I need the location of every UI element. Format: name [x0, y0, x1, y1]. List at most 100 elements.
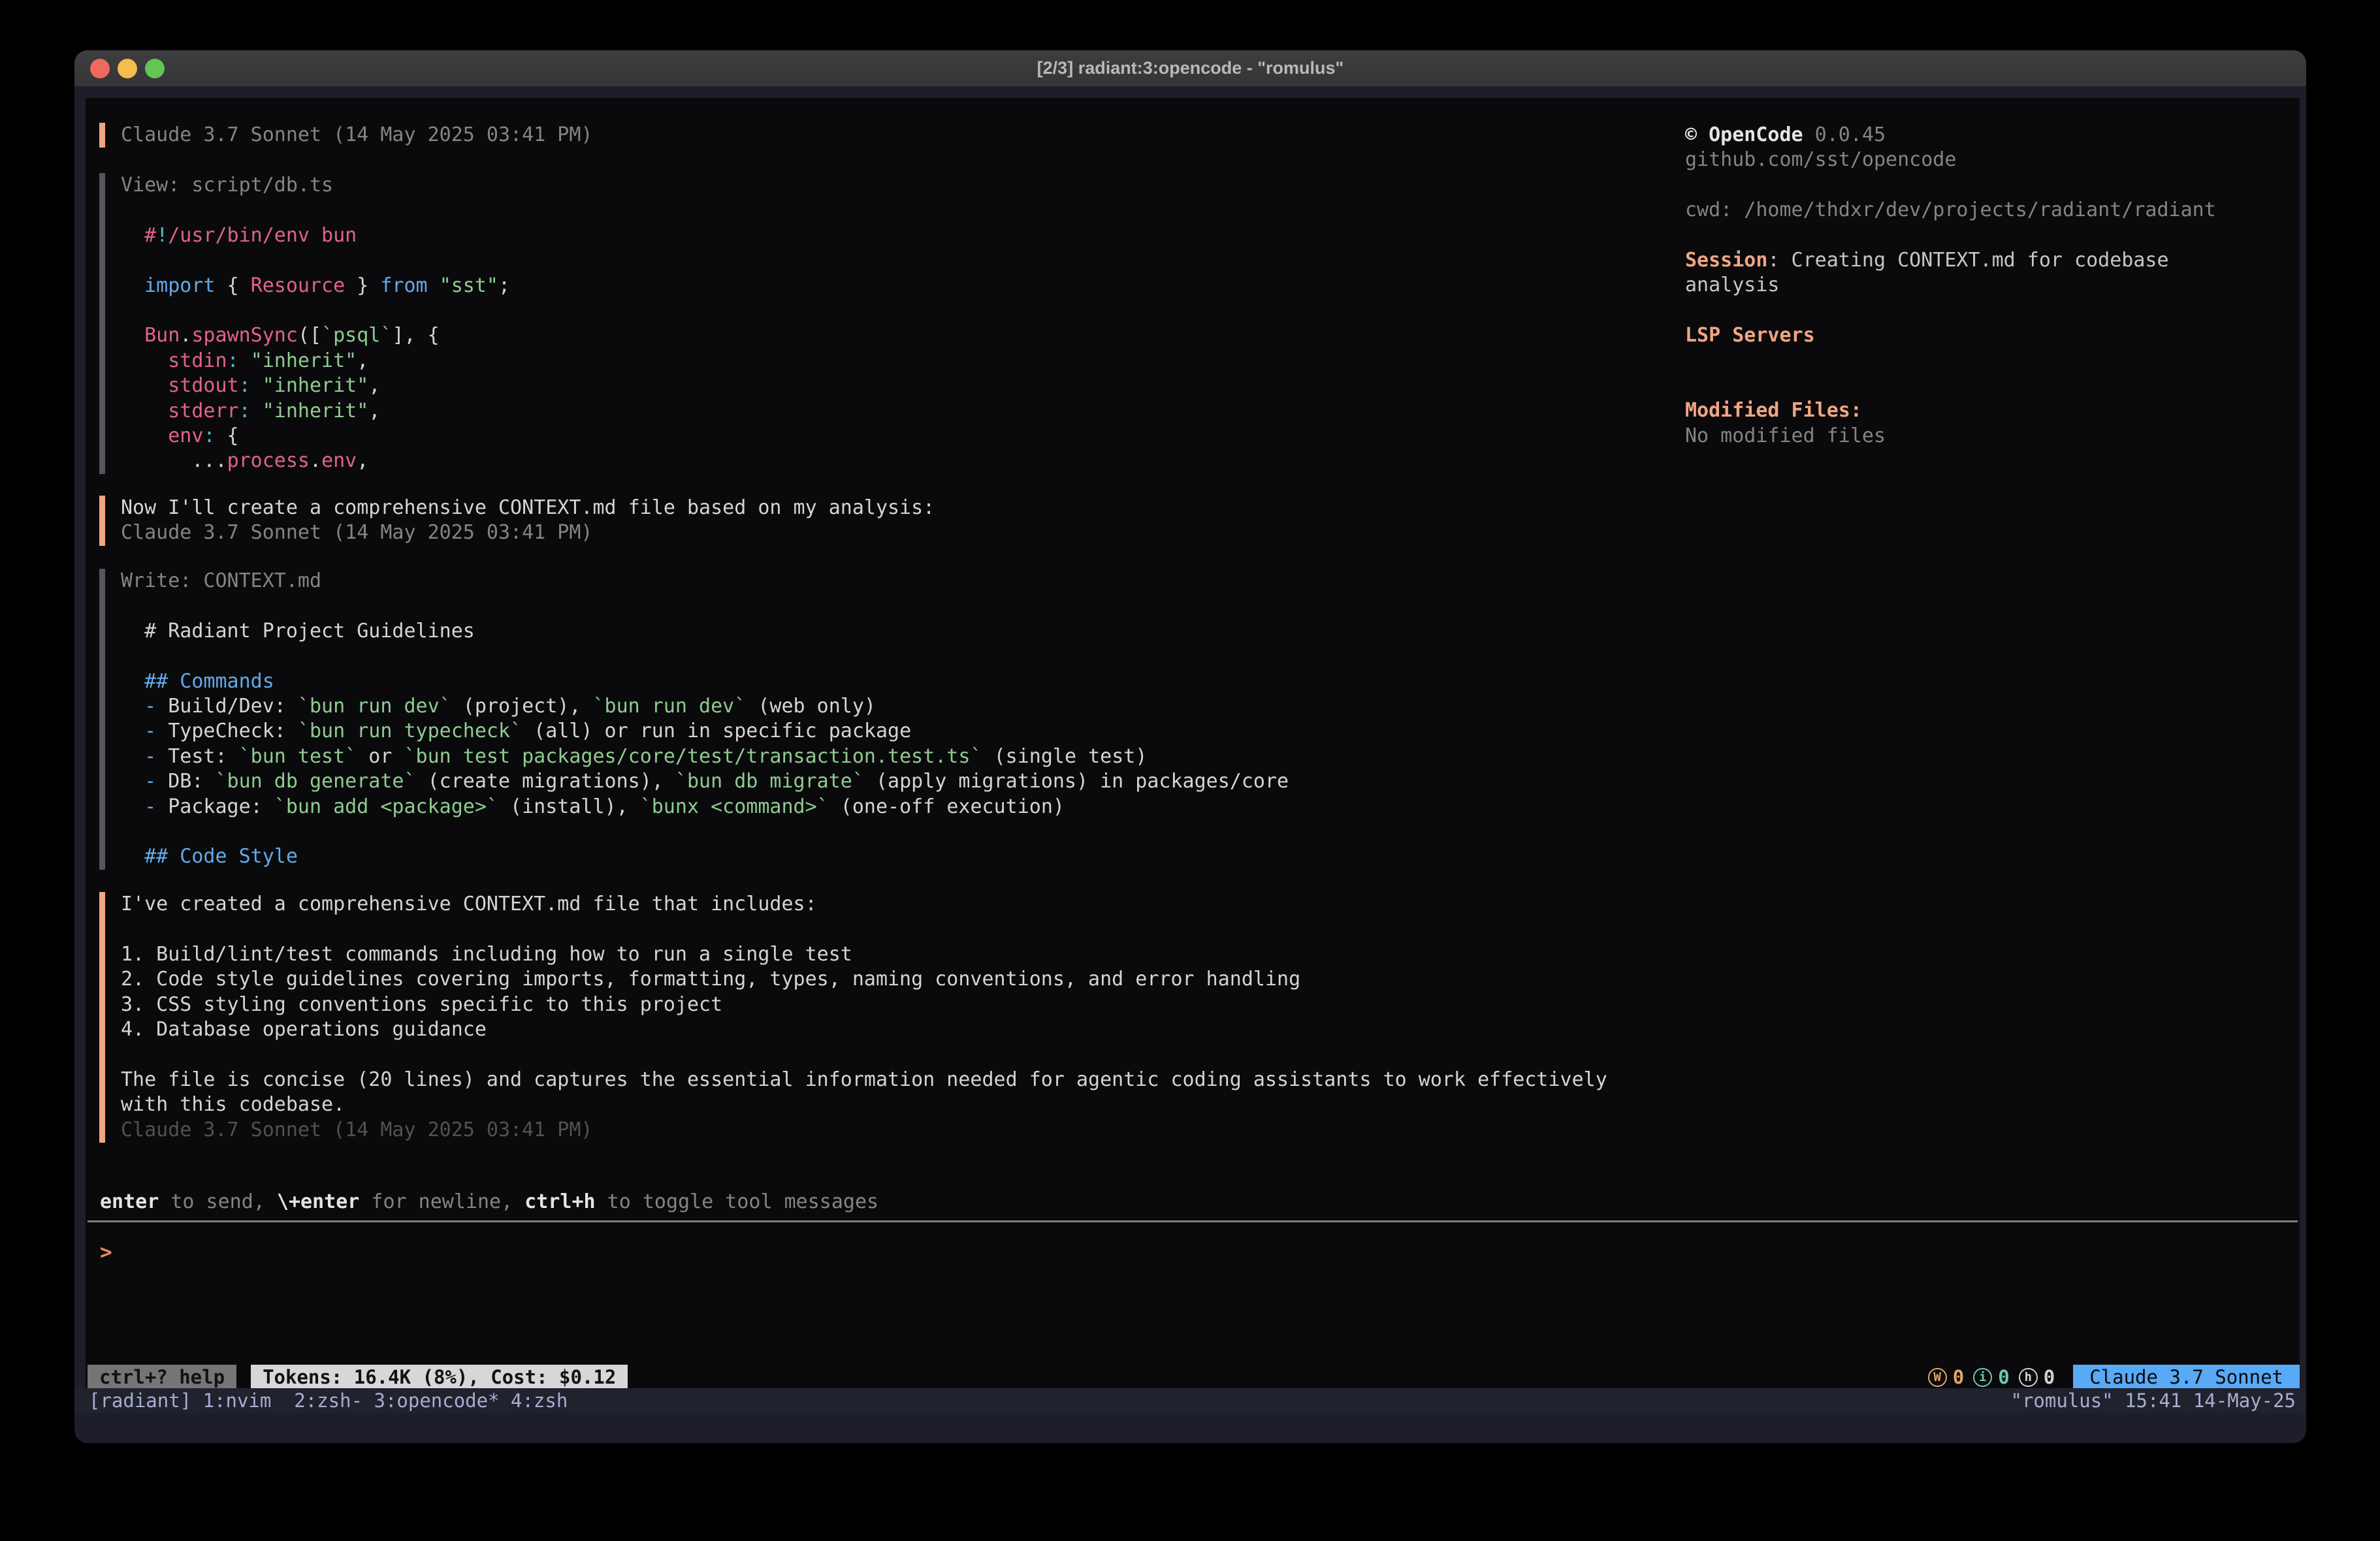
model-badge[interactable]: Claude 3.7 Sonnet: [2073, 1365, 2300, 1390]
info-icon: i: [1973, 1368, 1992, 1387]
text-line: import { Resource } from "sst";: [121, 274, 510, 298]
text-segment: spawnSync: [191, 324, 298, 347]
text-segment: /usr/bin/env bun: [168, 224, 357, 247]
text-segment: Claude 3.7 Sonnet (14 May 2025 03:41 PM): [121, 1119, 592, 1141]
help-shortcut-button[interactable]: ctrl+? help: [88, 1365, 236, 1390]
text-line: # Radiant Project Guidelines: [121, 619, 1289, 644]
text-line: ...process.env,: [121, 449, 510, 473]
text-line: - TypeCheck: `bun run typecheck` (all) o…: [121, 719, 1289, 744]
text-segment: -: [121, 795, 168, 818]
text-segment: 2. Code style guidelines covering import…: [121, 968, 1300, 991]
token-cost-indicator: Tokens: 16.4K (8%), Cost: $0.12: [251, 1365, 628, 1390]
text-segment: ,: [357, 349, 368, 372]
text-line: analysis: [1685, 273, 2286, 298]
text-segment: }: [345, 274, 380, 297]
tmux-session-window-list[interactable]: [radiant] 1:nvim 2:zsh- 3:opencode* 4:zs…: [74, 1390, 568, 1412]
text-segment: (apply migrations) in packages/core: [864, 770, 1289, 793]
input-divider: [88, 1220, 2298, 1222]
text-segment: `bun db migrate`: [675, 770, 864, 793]
text-line: [1685, 223, 2286, 248]
text-line: [1685, 349, 2286, 373]
text-segment: ], {: [392, 324, 439, 347]
text-segment: analysis: [1685, 274, 1780, 296]
text-line: Claude 3.7 Sonnet (14 May 2025 03:41 PM): [121, 520, 935, 545]
text-segment: (one-off execution): [829, 795, 1065, 818]
text-segment: Write: CONTEXT.md: [121, 569, 321, 592]
close-button-icon[interactable]: [90, 59, 110, 78]
text-line: with this codebase.: [121, 1092, 1607, 1117]
text-line: [121, 198, 510, 223]
text-segment: Session: [1685, 249, 1767, 272]
text-segment: © OpenCode: [1685, 123, 1803, 146]
text-segment: 0.0.45: [1803, 123, 1886, 146]
text-segment: No modified files: [1685, 424, 1886, 447]
assistant-message-create-context: Now I'll create a comprehensive CONTEXT.…: [99, 496, 935, 546]
text-line: Session: Creating CONTEXT.md for codebas…: [1685, 248, 2286, 273]
text-line: LSP Servers: [1685, 323, 2286, 348]
text-segment: [428, 274, 440, 297]
info-counter: i 0: [1973, 1366, 2009, 1388]
tmux-status-bar: [radiant] 1:nvim 2:zsh- 3:opencode* 4:zs…: [74, 1388, 2306, 1413]
text-segment: (install),: [498, 795, 640, 818]
text-line: #!/usr/bin/env bun: [121, 223, 510, 248]
session-info-panel: © OpenCode 0.0.45github.com/sst/opencode…: [1685, 123, 2286, 449]
text-segment: TypeCheck:: [168, 720, 298, 742]
warning-counter: W 0: [1928, 1366, 1964, 1388]
text-line: [121, 819, 1289, 844]
text-segment: stderr: [121, 400, 239, 422]
text-line: [1685, 173, 2286, 198]
text-segment: from: [380, 274, 427, 297]
text-segment: [239, 349, 251, 372]
text-segment: LSP Servers: [1685, 324, 1815, 347]
text-segment: The file is concise (20 lines) and captu…: [121, 1068, 1607, 1091]
text-segment: "inherit": [251, 349, 357, 372]
text-segment: stdout: [121, 374, 239, 397]
text-segment: Test:: [168, 745, 238, 768]
text-segment: 4. Database operations guidance: [121, 1018, 487, 1041]
text-segment: # Radiant Project Guidelines: [121, 620, 475, 643]
text-segment: or: [357, 745, 404, 768]
text-segment: \+enter: [277, 1190, 359, 1213]
text-segment: `bun run dev`: [593, 695, 747, 718]
text-segment: ([: [298, 324, 321, 347]
text-segment: -: [121, 720, 168, 742]
text-segment: to toggle tool messages: [596, 1190, 878, 1213]
text-segment: `bun db generate`: [216, 770, 416, 793]
text-line: github.com/sst/opencode: [1685, 148, 2286, 172]
text-segment: -: [121, 770, 168, 793]
text-segment: with this codebase.: [121, 1093, 345, 1116]
terminal-pane: Claude 3.7 Sonnet (14 May 2025 03:41 PM)…: [86, 98, 2300, 1390]
text-segment: :: [227, 349, 239, 372]
text-segment: `bun add <package>`: [274, 795, 498, 818]
text-segment: I've created a comprehensive CONTEXT.md …: [121, 893, 817, 915]
text-line: No modified files: [1685, 424, 2286, 449]
zoom-button-icon[interactable]: [145, 59, 165, 78]
text-line: - Build/Dev: `bun run dev` (project), `b…: [121, 694, 1289, 719]
text-line: The file is concise (20 lines) and captu…: [121, 1068, 1607, 1092]
text-segment: {: [216, 424, 239, 447]
prompt-input[interactable]: >: [100, 1239, 2294, 1265]
text-segment: -: [121, 695, 168, 718]
text-segment: (single test): [982, 745, 1148, 768]
warning-count: 0: [1953, 1366, 1964, 1388]
text-segment: :: [239, 400, 251, 422]
status-bar: ctrl+? help Tokens: 16.4K (8%), Cost: $0…: [86, 1365, 2300, 1390]
text-line: [121, 917, 1607, 942]
text-line: © OpenCode 0.0.45: [1685, 123, 2286, 148]
text-segment: :: [203, 424, 215, 447]
window-titlebar[interactable]: [2/3] radiant:3:opencode - "romulus": [74, 50, 2306, 87]
tool-message-write-context-md: Write: CONTEXT.md # Radiant Project Guid…: [99, 569, 1289, 870]
text-segment: !: [156, 224, 168, 247]
text-segment: Build/Dev:: [168, 695, 298, 718]
hint-counter: h 0: [2019, 1366, 2055, 1388]
text-segment: ,: [368, 374, 380, 397]
text-segment: ,: [368, 400, 380, 422]
text-segment: "sst": [440, 274, 498, 297]
minimize-button-icon[interactable]: [118, 59, 137, 78]
text-line: I've created a comprehensive CONTEXT.md …: [121, 892, 1607, 917]
text-segment: (web only): [746, 695, 876, 718]
diagnostics-counters: W 0 i 0 h 0: [1928, 1365, 2055, 1390]
text-line: stderr: "inherit",: [121, 399, 510, 424]
text-segment: `bun run dev`: [298, 695, 451, 718]
text-line: [1685, 298, 2286, 323]
